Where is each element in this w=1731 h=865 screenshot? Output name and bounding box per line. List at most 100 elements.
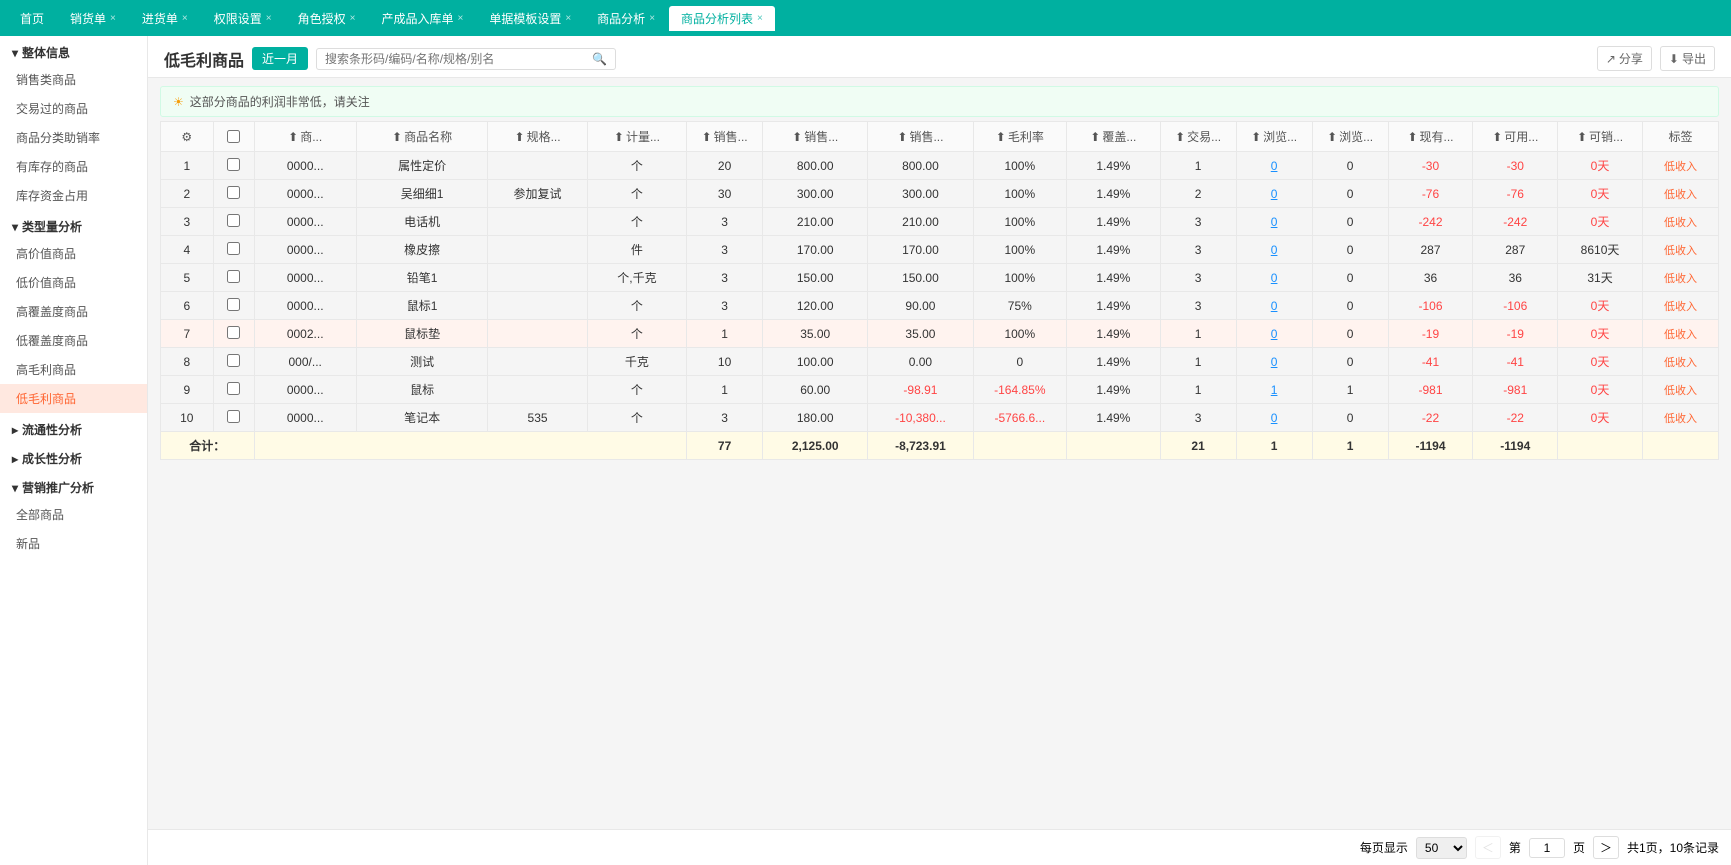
nav-item-sales[interactable]: 销货单 × xyxy=(58,6,128,31)
nav-item-product-entry[interactable]: 产成品入库单 × xyxy=(369,6,475,31)
col-header-browse1[interactable]: ⬆ 浏览... xyxy=(1236,122,1312,152)
sidebar-group-type-analysis[interactable]: ▾ 类型量分析 xyxy=(0,210,147,239)
sidebar-item-traded-goods[interactable]: 交易过的商品 xyxy=(0,94,147,123)
col-header-tag[interactable]: 标签 xyxy=(1642,122,1718,152)
cell-available: -30 xyxy=(1473,152,1558,180)
prev-page-button[interactable]: ＜ xyxy=(1475,836,1501,859)
page-input[interactable] xyxy=(1529,838,1565,858)
select-all-checkbox[interactable] xyxy=(227,130,240,143)
sidebar-group-marketing[interactable]: ▾ 营销推广分析 xyxy=(0,471,147,500)
col-header-gross-rate[interactable]: ⬆ 毛利率 xyxy=(973,122,1067,152)
cell-browse1[interactable]: 0 xyxy=(1236,152,1312,180)
col-header-sales-amt[interactable]: ⬆ 销售... xyxy=(763,122,868,152)
row-checkbox[interactable] xyxy=(227,382,240,395)
cell-browse1[interactable]: 0 xyxy=(1236,208,1312,236)
nav-item-goods-analysis-list[interactable]: 商品分析列表 × xyxy=(669,6,775,31)
cell-check[interactable] xyxy=(213,348,254,376)
col-header-browse2[interactable]: ⬆ 浏览... xyxy=(1312,122,1388,152)
sidebar-group-overall[interactable]: ▾ 整体信息 xyxy=(0,36,147,65)
cell-idx: 10 xyxy=(161,404,214,432)
cell-idx: 2 xyxy=(161,180,214,208)
cell-check[interactable] xyxy=(213,180,254,208)
close-icon[interactable]: × xyxy=(565,13,571,24)
col-header-coverage[interactable]: ⬆ 覆盖... xyxy=(1067,122,1161,152)
nav-item-template[interactable]: 单据模板设置 × xyxy=(477,6,583,31)
sidebar-item-low-value[interactable]: 低价值商品 xyxy=(0,268,147,297)
cell-browse1[interactable]: 1 xyxy=(1236,376,1312,404)
cell-check[interactable] xyxy=(213,404,254,432)
nav-item-home[interactable]: 首页 xyxy=(8,6,56,31)
cell-browse1[interactable]: 0 xyxy=(1236,320,1312,348)
per-page-select[interactable]: 50 100 200 xyxy=(1416,837,1467,859)
col-header-trade[interactable]: ⬆ 交易... xyxy=(1160,122,1236,152)
nav-item-goods-analysis[interactable]: 商品分析 × xyxy=(585,6,667,31)
search-icon[interactable]: 🔍 xyxy=(592,52,607,66)
search-input[interactable] xyxy=(325,52,588,66)
sidebar-group-liquidity[interactable]: ▸ 流通性分析 xyxy=(0,413,147,442)
close-icon[interactable]: × xyxy=(266,13,272,24)
cell-spec xyxy=(488,236,587,264)
export-button[interactable]: ⬇ 导出 xyxy=(1660,46,1715,71)
cell-browse1[interactable]: 0 xyxy=(1236,292,1312,320)
row-checkbox[interactable] xyxy=(227,326,240,339)
sidebar-item-high-value[interactable]: 高价值商品 xyxy=(0,239,147,268)
col-header-available[interactable]: ⬆ 可用... xyxy=(1473,122,1558,152)
next-page-button[interactable]: ＞ xyxy=(1593,836,1619,859)
cell-check[interactable] xyxy=(213,376,254,404)
row-checkbox[interactable] xyxy=(227,298,240,311)
cell-browse1[interactable]: 0 xyxy=(1236,348,1312,376)
col-header-current-stock[interactable]: ⬆ 现有... xyxy=(1388,122,1473,152)
row-checkbox[interactable] xyxy=(227,270,240,283)
sidebar-item-low-coverage[interactable]: 低覆盖度商品 xyxy=(0,326,147,355)
sidebar-item-category-assist[interactable]: 商品分类助销率 xyxy=(0,123,147,152)
row-checkbox[interactable] xyxy=(227,158,240,171)
row-checkbox[interactable] xyxy=(227,242,240,255)
row-checkbox[interactable] xyxy=(227,410,240,423)
cell-current-stock: -19 xyxy=(1388,320,1473,348)
col-header-unit[interactable]: ⬆ 计量... xyxy=(587,122,686,152)
col-header-sales-profit[interactable]: ⬆ 销售... xyxy=(868,122,973,152)
close-icon[interactable]: × xyxy=(457,13,463,24)
sidebar-group-growth[interactable]: ▸ 成长性分析 xyxy=(0,442,147,471)
col-header-settings[interactable]: ⚙ xyxy=(161,122,214,152)
sidebar-item-new-goods[interactable]: 新品 xyxy=(0,529,147,558)
sidebar-item-all-goods[interactable]: 全部商品 xyxy=(0,500,147,529)
close-icon[interactable]: × xyxy=(350,13,356,24)
cell-check[interactable] xyxy=(213,320,254,348)
cell-browse1[interactable]: 0 xyxy=(1236,264,1312,292)
cell-browse1[interactable]: 0 xyxy=(1236,180,1312,208)
sidebar-item-sales-goods[interactable]: 销售类商品 xyxy=(0,65,147,94)
cell-browse1[interactable]: 0 xyxy=(1236,404,1312,432)
cell-check[interactable] xyxy=(213,292,254,320)
close-icon[interactable]: × xyxy=(182,13,188,24)
sidebar-item-stock-funds[interactable]: 库存资金占用 xyxy=(0,181,147,210)
col-header-sellable[interactable]: ⬆ 可销... xyxy=(1558,122,1643,152)
cell-check[interactable] xyxy=(213,264,254,292)
nav-item-roles[interactable]: 角色授权 × xyxy=(286,6,368,31)
row-checkbox[interactable] xyxy=(227,186,240,199)
close-icon[interactable]: × xyxy=(757,13,763,24)
cell-coverage: 1.49% xyxy=(1067,152,1161,180)
cell-check[interactable] xyxy=(213,208,254,236)
close-icon[interactable]: × xyxy=(110,13,116,24)
close-icon[interactable]: × xyxy=(649,13,655,24)
sidebar-item-low-margin[interactable]: 低毛利商品 xyxy=(0,384,147,413)
col-header-sales-qty[interactable]: ⬆ 销售... xyxy=(687,122,763,152)
sidebar-item-high-margin[interactable]: 高毛利商品 xyxy=(0,355,147,384)
col-header-name[interactable]: ⬆ 商品名称 xyxy=(356,122,488,152)
row-checkbox[interactable] xyxy=(227,354,240,367)
cell-check[interactable] xyxy=(213,152,254,180)
share-button[interactable]: ↗ 分享 xyxy=(1597,46,1652,71)
sidebar-item-in-stock[interactable]: 有库存的商品 xyxy=(0,152,147,181)
cell-browse1[interactable]: 0 xyxy=(1236,236,1312,264)
share-icon: ↗ xyxy=(1606,52,1616,66)
nav-item-permissions[interactable]: 权限设置 × xyxy=(202,6,284,31)
nav-item-purchase[interactable]: 进货单 × xyxy=(130,6,200,31)
col-header-code[interactable]: ⬆ 商... xyxy=(254,122,356,152)
col-header-spec[interactable]: ⬆ 规格... xyxy=(488,122,587,152)
row-checkbox[interactable] xyxy=(227,214,240,227)
col-header-checkbox[interactable] xyxy=(213,122,254,152)
sidebar-item-high-coverage[interactable]: 高覆盖度商品 xyxy=(0,297,147,326)
filter-recent-month-button[interactable]: 近一月 xyxy=(252,47,308,70)
cell-check[interactable] xyxy=(213,236,254,264)
